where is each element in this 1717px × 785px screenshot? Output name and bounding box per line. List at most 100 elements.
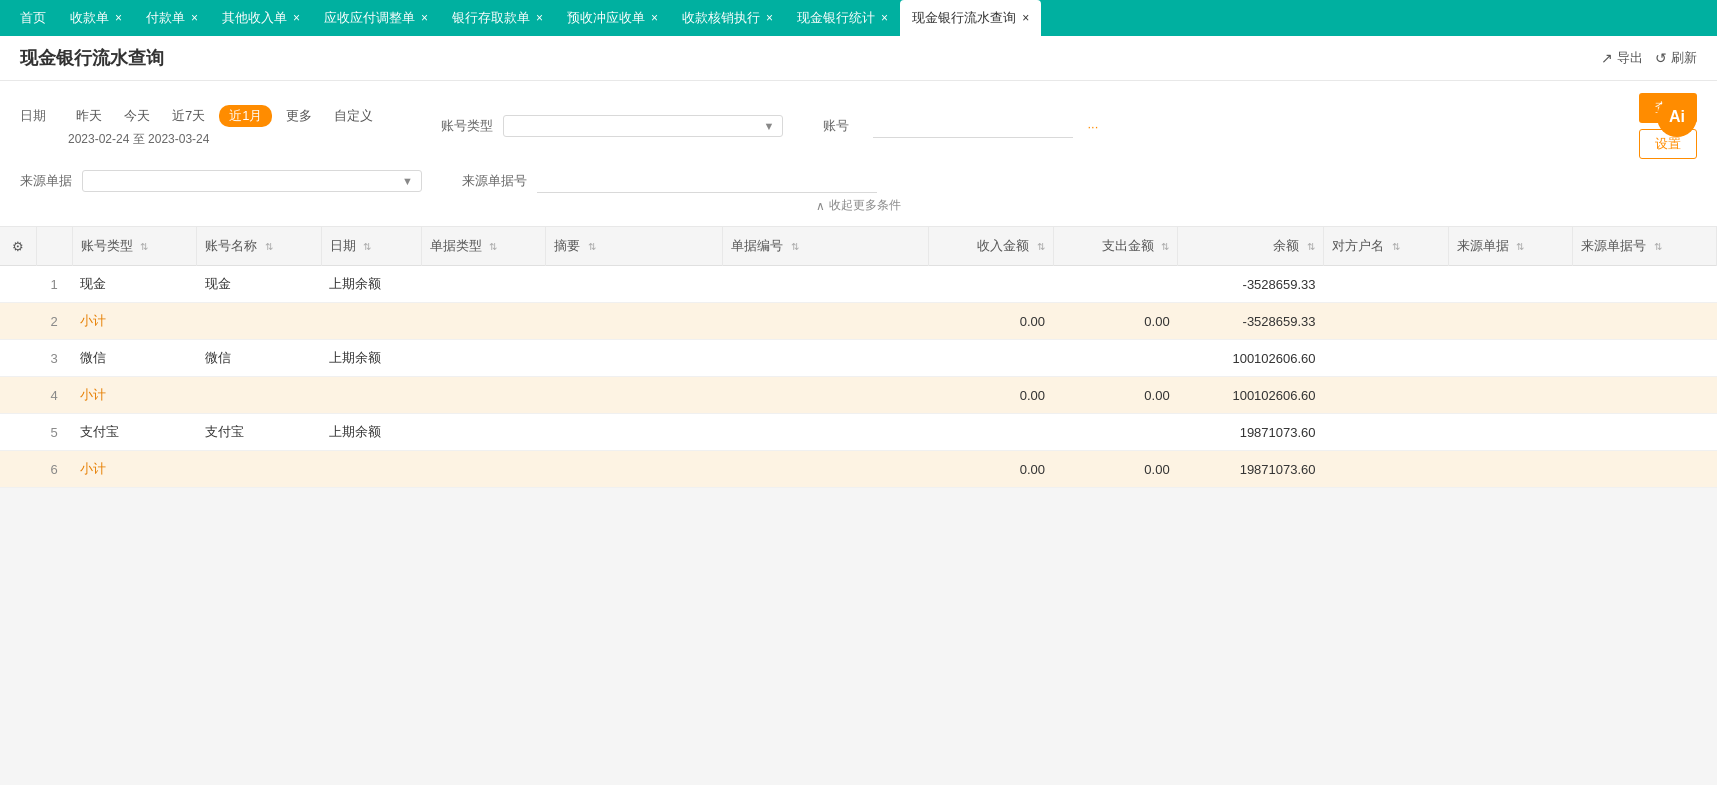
account-input[interactable] <box>873 114 1073 138</box>
cell-doc-no <box>722 340 928 377</box>
column-gear[interactable]: ⚙ <box>0 227 36 266</box>
cell-source-doc-no <box>1573 377 1717 414</box>
close-icon[interactable]: × <box>1022 11 1029 25</box>
column-num <box>36 227 72 266</box>
nav-payment[interactable]: 付款单 × <box>134 0 210 36</box>
cell-doc-type <box>421 266 546 303</box>
cell-account-name: 支付宝 <box>197 414 322 451</box>
cell-doc-no <box>722 451 928 488</box>
close-icon[interactable]: × <box>293 11 300 25</box>
column-expense[interactable]: 支出金额 ⇅ <box>1053 227 1178 266</box>
table-container: ⚙ 账号类型 ⇅ 账号名称 ⇅ 日期 ⇅ 单据类型 ⇅ 摘要 ⇅ 单据编号 ⇅ … <box>0 227 1717 488</box>
nav-bank-deposit[interactable]: 银行存取款单 × <box>440 0 555 36</box>
date-more[interactable]: 更多 <box>278 105 320 127</box>
column-source-doc[interactable]: 来源单据 ⇅ <box>1448 227 1573 266</box>
source-doc-no-label: 来源单据号 <box>462 172 527 190</box>
cell-income <box>929 340 1054 377</box>
column-doc-no[interactable]: 单据编号 ⇅ <box>722 227 928 266</box>
nav-other-income[interactable]: 其他收入单 × <box>210 0 312 36</box>
row-number: 4 <box>36 377 72 414</box>
cell-summary <box>546 414 723 451</box>
column-date[interactable]: 日期 ⇅ <box>321 227 421 266</box>
source-doc-no-group: 来源单据号 <box>462 169 877 193</box>
cell-account-type: 微信 <box>72 340 197 377</box>
close-icon[interactable]: × <box>536 11 543 25</box>
date-yesterday[interactable]: 昨天 <box>68 105 110 127</box>
collapse-button[interactable]: ∧ 收起更多条件 <box>20 197 1697 214</box>
date-custom[interactable]: 自定义 <box>326 105 381 127</box>
close-icon[interactable]: × <box>115 11 122 25</box>
row-checkbox <box>0 451 36 488</box>
page-header: 现金银行流水查询 ↗ 导出 ↺ 刷新 <box>0 36 1717 81</box>
row-number: 1 <box>36 266 72 303</box>
nav-receipt[interactable]: 收款单 × <box>58 0 134 36</box>
date-1month[interactable]: 近1月 <box>219 105 272 127</box>
cell-source-doc-no <box>1573 414 1717 451</box>
cell-doc-type <box>421 451 546 488</box>
cell-counterpart <box>1324 377 1449 414</box>
filter-area: 日期 昨天 今天 近7天 近1月 更多 自定义 2023-02-24 至 202… <box>0 81 1717 227</box>
column-doc-type[interactable]: 单据类型 ⇅ <box>421 227 546 266</box>
close-icon[interactable]: × <box>766 11 773 25</box>
column-account-name[interactable]: 账号名称 ⇅ <box>197 227 322 266</box>
export-icon: ↗ <box>1601 50 1613 66</box>
row-checkbox <box>0 340 36 377</box>
refresh-button[interactable]: ↺ 刷新 <box>1655 49 1697 67</box>
filter-row-1: 日期 昨天 今天 近7天 近1月 更多 自定义 2023-02-24 至 202… <box>20 93 1697 159</box>
row-number: 3 <box>36 340 72 377</box>
cell-expense <box>1053 340 1178 377</box>
cell-doc-no <box>722 303 928 340</box>
close-icon[interactable]: × <box>881 11 888 25</box>
cell-doc-no <box>722 266 928 303</box>
cell-income <box>929 266 1054 303</box>
cell-date <box>321 303 421 340</box>
export-button[interactable]: ↗ 导出 <box>1601 49 1643 67</box>
ai-assistant-button[interactable]: Ai <box>1657 97 1697 137</box>
column-source-doc-no[interactable]: 来源单据号 ⇅ <box>1573 227 1717 266</box>
cell-counterpart <box>1324 414 1449 451</box>
account-ellipsis-button[interactable]: ··· <box>1083 119 1102 134</box>
table-header-row: ⚙ 账号类型 ⇅ 账号名称 ⇅ 日期 ⇅ 单据类型 ⇅ 摘要 ⇅ 单据编号 ⇅ … <box>0 227 1717 266</box>
nav-home[interactable]: 首页 <box>8 0 58 36</box>
nav-cashflow[interactable]: 现金银行流水查询 × <box>900 0 1041 36</box>
date-label: 日期 <box>20 107 60 125</box>
column-account-type[interactable]: 账号类型 ⇅ <box>72 227 197 266</box>
row-checkbox <box>0 414 36 451</box>
date-7days[interactable]: 近7天 <box>164 105 213 127</box>
cell-expense: 0.00 <box>1053 451 1178 488</box>
cell-account-type: 小计 <box>72 451 197 488</box>
row-number: 2 <box>36 303 72 340</box>
close-icon[interactable]: × <box>191 11 198 25</box>
nav-prepay[interactable]: 预收冲应收单 × <box>555 0 670 36</box>
cell-balance: 100102606.60 <box>1178 340 1324 377</box>
cell-summary <box>546 303 723 340</box>
column-balance[interactable]: 余额 ⇅ <box>1178 227 1324 266</box>
account-type-select[interactable]: ▼ <box>503 115 783 137</box>
cell-income <box>929 414 1054 451</box>
source-doc-select[interactable]: ▼ <box>82 170 422 192</box>
date-options: 昨天 今天 近7天 近1月 更多 自定义 <box>68 105 381 127</box>
cell-expense: 0.00 <box>1053 377 1178 414</box>
cell-balance: 19871073.60 <box>1178 451 1324 488</box>
table-row: 6小计0.000.0019871073.60 <box>0 451 1717 488</box>
nav-stats[interactable]: 现金银行统计 × <box>785 0 900 36</box>
column-income[interactable]: 收入金额 ⇅ <box>929 227 1054 266</box>
account-label: 账号 <box>823 117 863 135</box>
close-icon[interactable]: × <box>651 11 658 25</box>
cell-expense: 0.00 <box>1053 303 1178 340</box>
nav-adjustment[interactable]: 应收应付调整单 × <box>312 0 440 36</box>
column-counterpart[interactable]: 对方户名 ⇅ <box>1324 227 1449 266</box>
cell-doc-no <box>722 377 928 414</box>
nav-verify[interactable]: 收款核销执行 × <box>670 0 785 36</box>
column-summary[interactable]: 摘要 ⇅ <box>546 227 723 266</box>
row-checkbox <box>0 377 36 414</box>
source-doc-no-input[interactable] <box>537 169 877 193</box>
close-icon[interactable]: × <box>421 11 428 25</box>
source-doc-group: 来源单据 ▼ <box>20 170 422 192</box>
cell-account-name <box>197 451 322 488</box>
cell-doc-no <box>722 414 928 451</box>
table-row: 4小计0.000.00100102606.60 <box>0 377 1717 414</box>
cell-source-doc-no <box>1573 266 1717 303</box>
date-today[interactable]: 今天 <box>116 105 158 127</box>
cell-income: 0.00 <box>929 303 1054 340</box>
